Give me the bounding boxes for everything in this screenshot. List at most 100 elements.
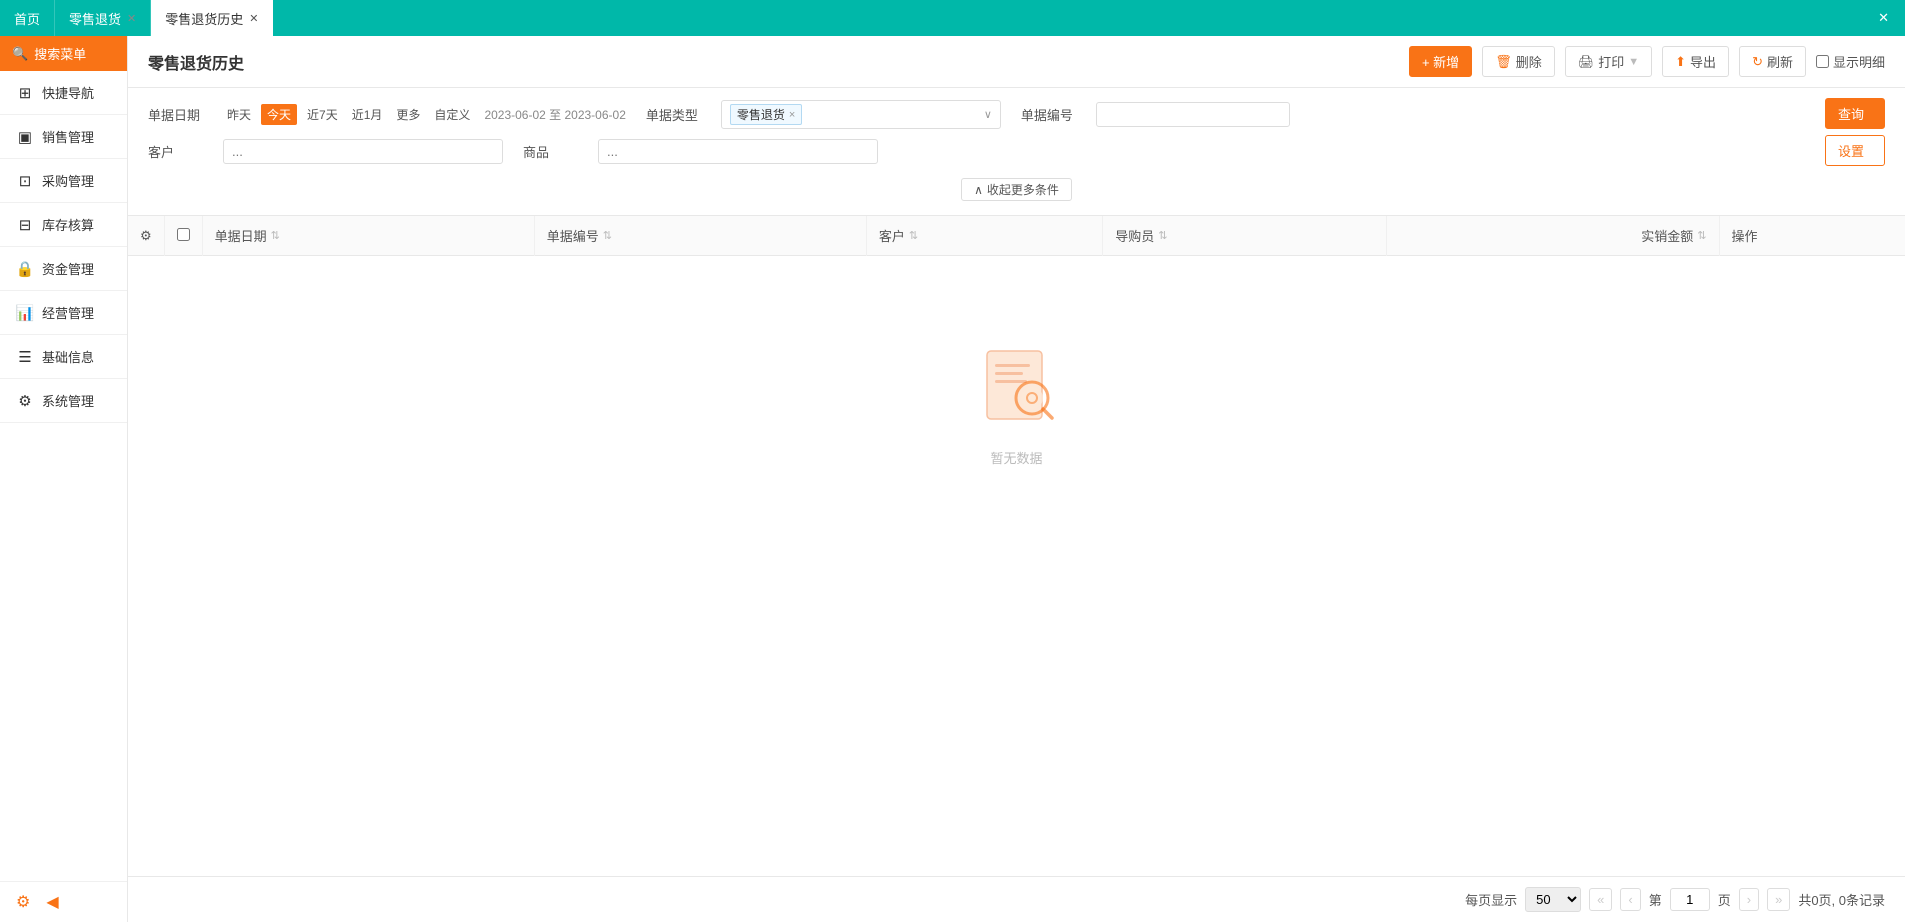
customer-sort-icon: ⇅ xyxy=(909,229,918,242)
th-doc-date[interactable]: 单据日期 ⇅ xyxy=(202,216,534,256)
tab-retail-return-history-close[interactable]: ✕ xyxy=(249,12,258,25)
prev-page-button[interactable]: ‹ xyxy=(1620,888,1640,911)
tab-retail-return-close[interactable]: ✕ xyxy=(127,12,136,25)
settings-bottom-icon[interactable]: ⚙ xyxy=(16,892,30,912)
date-shortcuts: 昨天 今天 近7天 近1月 更多 自定义 2023-06-02 至 2023-0… xyxy=(223,104,626,125)
delete-button[interactable]: 🗑 删除 xyxy=(1482,46,1555,77)
collapse-sidebar-icon[interactable]: ◀ xyxy=(46,892,58,912)
th-settings[interactable]: ⚙ xyxy=(128,216,164,256)
table-header: ⚙ 单据日期 ⇅ 单据编号 xyxy=(128,216,1905,256)
th-customer[interactable]: 客户 ⇅ xyxy=(866,216,1102,256)
date-shortcut-7days[interactable]: 近7天 xyxy=(303,105,342,124)
tab-retail-return-history-label: 零售退货历史 xyxy=(165,9,243,28)
collapse-label: 收起更多条件 xyxy=(987,181,1059,198)
doc-number-input[interactable] xyxy=(1096,102,1290,127)
show-detail-label[interactable]: 显示明细 xyxy=(1816,52,1885,71)
sales-mgmt-icon: ▣ xyxy=(16,128,34,146)
sidebar-item-system-mgmt[interactable]: ⚙ 系统管理 xyxy=(0,379,127,423)
doc-type-label: 单据类型 xyxy=(646,105,701,124)
window-close-button[interactable]: ✕ xyxy=(1878,10,1905,26)
empty-state: 暂无数据 xyxy=(128,256,1905,547)
sidebar-item-base-info[interactable]: ☰ 基础信息 xyxy=(0,335,127,379)
content-area: 零售退货历史 + 新增 🗑 删除 🖨 打印 ▼ ⬆ 导出 ↻ xyxy=(128,36,1905,922)
sidebar-item-label-inventory: 库存核算 xyxy=(42,215,94,234)
sidebar-item-label-purchase-mgmt: 采购管理 xyxy=(42,171,94,190)
sidebar-item-inventory[interactable]: ⊟ 库存核算 xyxy=(0,203,127,247)
settings-button[interactable]: 设置 xyxy=(1825,135,1885,166)
sidebar-item-quick-nav[interactable]: ⊞ 快捷导航 xyxy=(0,71,127,115)
doc-number-label: 单据编号 xyxy=(1021,105,1076,124)
filter-action-buttons: 查询 设置 xyxy=(1825,98,1885,166)
date-shortcut-custom[interactable]: 自定义 xyxy=(430,105,474,124)
top-tab-bar: 首页 零售退货 ✕ 零售退货历史 ✕ ✕ xyxy=(0,0,1905,36)
goods-label: 商品 xyxy=(523,142,578,161)
th-guide[interactable]: 导购员 ⇅ xyxy=(1103,216,1387,256)
doc-number-sort-icon: ⇅ xyxy=(603,229,612,242)
tab-home[interactable]: 首页 xyxy=(0,0,55,36)
sidebar-item-label-operations: 经营管理 xyxy=(42,303,94,322)
doc-type-tag-close[interactable]: × xyxy=(789,109,795,121)
refresh-icon: ↻ xyxy=(1752,54,1763,70)
date-shortcut-1month[interactable]: 近1月 xyxy=(348,105,387,124)
sidebar-item-purchase-mgmt[interactable]: ⊡ 采购管理 xyxy=(0,159,127,203)
collapse-row: ∧ 收起更多条件 xyxy=(148,174,1885,207)
page-total: 共0页, 0条记录 xyxy=(1798,890,1885,909)
doc-type-tag: 零售退货 × xyxy=(730,104,802,125)
system-mgmt-icon: ⚙ xyxy=(16,392,34,410)
doc-date-sort-icon: ⇅ xyxy=(271,229,280,242)
doc-type-input[interactable]: 零售退货 × ∨ xyxy=(721,100,1001,129)
customer-input[interactable] xyxy=(223,139,503,164)
th-doc-date-label: 单据日期 xyxy=(215,226,267,245)
next-page-button[interactable]: › xyxy=(1739,888,1759,911)
show-detail-checkbox[interactable] xyxy=(1816,55,1829,68)
sidebar-search-label: 搜索菜单 xyxy=(34,44,86,63)
filter-area: 单据日期 昨天 今天 近7天 近1月 更多 自定义 2023-06-02 至 2… xyxy=(128,88,1905,216)
search-icon: 🔍 xyxy=(12,46,28,62)
main-layout: 🔍 搜索菜单 ⊞ 快捷导航 ▣ 销售管理 ⊡ 采购管理 ⊟ 库存核算 🔒 资金管… xyxy=(0,36,1905,922)
th-checkbox[interactable] xyxy=(164,216,202,256)
sidebar: 🔍 搜索菜单 ⊞ 快捷导航 ▣ 销售管理 ⊡ 采购管理 ⊟ 库存核算 🔒 资金管… xyxy=(0,36,128,922)
sidebar-item-operations[interactable]: 📊 经营管理 xyxy=(0,291,127,335)
page-header: 零售退货历史 + 新增 🗑 删除 🖨 打印 ▼ ⬆ 导出 ↻ xyxy=(128,36,1905,88)
export-icon: ⬆ xyxy=(1675,54,1686,70)
date-shortcut-today[interactable]: 今天 xyxy=(261,104,297,125)
th-doc-number-label: 单据编号 xyxy=(547,226,599,245)
table-header-row: ⚙ 单据日期 ⇅ 单据编号 xyxy=(128,216,1905,256)
column-settings-icon[interactable]: ⚙ xyxy=(140,228,152,243)
per-page-label: 每页显示 xyxy=(1465,890,1517,909)
tab-retail-return-history[interactable]: 零售退货历史 ✕ xyxy=(151,0,273,36)
new-button[interactable]: + 新增 xyxy=(1409,46,1472,77)
last-page-button[interactable]: » xyxy=(1767,888,1790,911)
sidebar-item-label-finance: 资金管理 xyxy=(42,259,94,278)
th-amount[interactable]: 实销金额 ⇅ xyxy=(1387,216,1719,256)
guide-sort-icon: ⇅ xyxy=(1158,229,1167,242)
page-number-input[interactable] xyxy=(1670,888,1710,911)
empty-text: 暂无数据 xyxy=(990,448,1042,467)
amount-sort-icon: ⇅ xyxy=(1697,229,1706,242)
print-button[interactable]: 🖨 打印 ▼ xyxy=(1565,46,1652,77)
goods-input[interactable] xyxy=(598,139,878,164)
per-page-select[interactable]: 50 100 200 xyxy=(1525,887,1581,912)
date-range-display: 2023-06-02 至 2023-06-02 xyxy=(484,106,625,123)
select-all-checkbox[interactable] xyxy=(177,228,190,241)
refresh-button[interactable]: ↻ 刷新 xyxy=(1739,46,1806,77)
date-shortcut-yesterday[interactable]: 昨天 xyxy=(223,105,255,124)
print-icon: 🖨 xyxy=(1578,54,1595,70)
sidebar-search[interactable]: 🔍 搜索菜单 xyxy=(0,36,127,71)
tab-retail-return[interactable]: 零售退货 ✕ xyxy=(55,0,151,36)
doc-type-arrow-icon: ∨ xyxy=(984,108,992,121)
th-doc-number[interactable]: 单据编号 ⇅ xyxy=(534,216,866,256)
export-button[interactable]: ⬆ 导出 xyxy=(1662,46,1729,77)
filter-row-2: 客户 商品 xyxy=(148,139,1885,164)
page-label: 第 xyxy=(1649,890,1662,909)
inventory-icon: ⊟ xyxy=(16,216,34,234)
date-shortcut-more[interactable]: 更多 xyxy=(392,105,424,124)
data-table: ⚙ 单据日期 ⇅ 单据编号 xyxy=(128,216,1905,256)
collapse-button[interactable]: ∧ 收起更多条件 xyxy=(961,178,1072,201)
first-page-button[interactable]: « xyxy=(1589,888,1612,911)
finance-icon: 🔒 xyxy=(16,260,34,278)
delete-icon: 🗑 xyxy=(1495,54,1512,70)
query-button[interactable]: 查询 xyxy=(1825,98,1885,129)
sidebar-item-finance[interactable]: 🔒 资金管理 xyxy=(0,247,127,291)
sidebar-item-sales-mgmt[interactable]: ▣ 销售管理 xyxy=(0,115,127,159)
